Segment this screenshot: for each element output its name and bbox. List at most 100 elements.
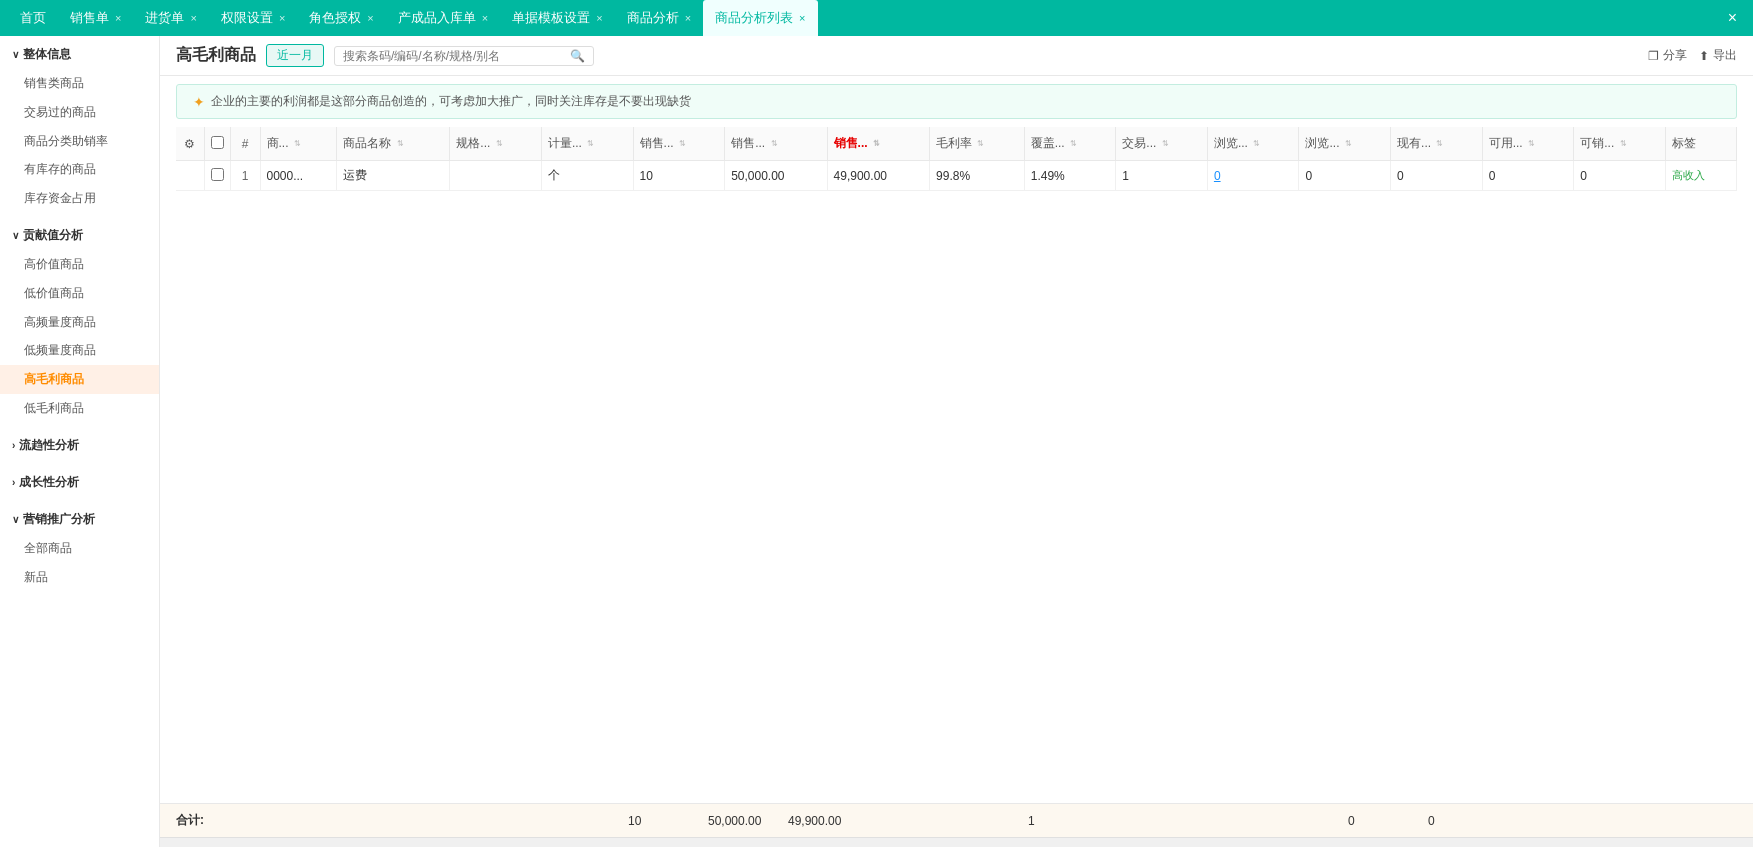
select-all-checkbox[interactable]: [211, 136, 224, 149]
row-name: 运费: [337, 161, 450, 191]
col-browse1[interactable]: 浏览... ⇅: [1207, 127, 1299, 161]
sidebar-item-in-stock[interactable]: 有库存的商品: [0, 155, 159, 184]
col-unit[interactable]: 计量... ⇅: [541, 127, 633, 161]
sort-icon[interactable]: ⇅: [294, 139, 301, 148]
col-sellable-stock[interactable]: 可销... ⇅: [1574, 127, 1666, 161]
col-available-stock[interactable]: 可用... ⇅: [1482, 127, 1574, 161]
table-wrapper[interactable]: ⚙ # 商... ⇅ 商品名称 ⇅: [160, 127, 1753, 803]
nav-tab-product-analysis-list[interactable]: 商品分析列表 ×: [703, 0, 817, 36]
sort-icon[interactable]: ⇅: [1528, 139, 1535, 148]
sidebar-item-traded-products[interactable]: 交易过的商品: [0, 98, 159, 127]
col-current-stock[interactable]: 现有... ⇅: [1391, 127, 1483, 161]
col-sales-cost[interactable]: 销售... ⇅: [827, 127, 929, 161]
top-navigation: 首页 销售单 × 进货单 × 权限设置 × 角色授权 × 产成品入库单 × 单据…: [0, 0, 1753, 36]
sidebar-item-low-margin[interactable]: 低毛利商品: [0, 394, 159, 423]
sidebar-item-sales-ranking[interactable]: 销售类商品: [0, 69, 159, 98]
sidebar-item-new-products[interactable]: 新品: [0, 563, 159, 592]
sort-icon[interactable]: ⇅: [873, 139, 880, 148]
sort-icon[interactable]: ⇅: [679, 139, 686, 148]
col-gross-margin[interactable]: 毛利率 ⇅: [930, 127, 1025, 161]
close-permission-tab[interactable]: ×: [279, 12, 285, 24]
close-product-analysis-tab[interactable]: ×: [685, 12, 691, 24]
close-product-entry-tab[interactable]: ×: [482, 12, 488, 24]
close-purchase-order-tab[interactable]: ×: [190, 12, 196, 24]
search-input[interactable]: [343, 49, 570, 63]
sidebar-item-high-margin[interactable]: 高毛利商品: [0, 365, 159, 394]
footer-transaction: 1: [1020, 814, 1100, 828]
sidebar-group-title-overall-info[interactable]: ∨ 整体信息: [0, 40, 159, 69]
row-sales-qty: 10: [633, 161, 725, 191]
search-icon[interactable]: 🔍: [570, 49, 585, 63]
sidebar-group-title-marketing[interactable]: ∨ 营销推广分析: [0, 505, 159, 534]
nav-tab-permission-settings[interactable]: 权限设置 ×: [209, 0, 297, 36]
sidebar-item-high-freq[interactable]: 高频量度商品: [0, 308, 159, 337]
row-available-stock: 0: [1482, 161, 1574, 191]
col-checkbox[interactable]: [204, 127, 230, 161]
close-sales-order-tab[interactable]: ×: [115, 12, 121, 24]
sidebar-item-low-value[interactable]: 低价值商品: [0, 279, 159, 308]
col-sales-amount[interactable]: 销售... ⇅: [725, 127, 827, 161]
sort-icon[interactable]: ⇅: [1620, 139, 1627, 148]
col-name[interactable]: 商品名称 ⇅: [337, 127, 450, 161]
nav-tab-role-permission[interactable]: 角色授权 ×: [297, 0, 385, 36]
sidebar-item-high-value[interactable]: 高价值商品: [0, 250, 159, 279]
sidebar-item-all-products[interactable]: 全部商品: [0, 534, 159, 563]
nav-tab-order-template[interactable]: 单据模板设置 ×: [500, 0, 614, 36]
page-title: 高毛利商品: [176, 45, 256, 66]
row-checkbox[interactable]: [204, 161, 230, 191]
sort-icon[interactable]: ⇅: [977, 139, 984, 148]
close-all-button[interactable]: ×: [1720, 5, 1745, 31]
sort-icon[interactable]: ⇅: [397, 139, 404, 148]
nav-tab-product-analysis[interactable]: 商品分析 ×: [615, 0, 703, 36]
nav-tab-home[interactable]: 首页: [8, 0, 58, 36]
row-spec: [450, 161, 542, 191]
sidebar-group-title-financial[interactable]: ∨ 贡献值分析: [0, 221, 159, 250]
col-browse2[interactable]: 浏览... ⇅: [1299, 127, 1391, 161]
col-spec[interactable]: 规格... ⇅: [450, 127, 542, 161]
sidebar-group-title-growth[interactable]: › 成长性分析: [0, 468, 159, 497]
sort-icon[interactable]: ⇅: [496, 139, 503, 148]
filter-date-button[interactable]: 近一月: [266, 44, 324, 67]
sidebar: << ∨ 整体信息 销售类商品 交易过的商品 商品分类助销率 有库存的商品 库存…: [0, 36, 160, 847]
col-settings[interactable]: ⚙: [176, 127, 204, 161]
footer-sellable-stock: 0: [1420, 814, 1500, 828]
share-button[interactable]: ❐ 分享: [1648, 47, 1687, 64]
sidebar-group-title-trend[interactable]: › 流趋性分析: [0, 431, 159, 460]
footer-label: 合计:: [176, 812, 220, 829]
horizontal-scrollbar[interactable]: [160, 837, 1753, 847]
export-button[interactable]: ⬆ 导出: [1699, 47, 1737, 64]
sidebar-item-low-freq[interactable]: 低频量度商品: [0, 336, 159, 365]
sort-icon[interactable]: ⇅: [1345, 139, 1352, 148]
close-role-tab[interactable]: ×: [367, 12, 373, 24]
nav-tab-product-entry[interactable]: 产成品入库单 ×: [386, 0, 500, 36]
col-sales-qty[interactable]: 销售... ⇅: [633, 127, 725, 161]
sort-icon[interactable]: ⇅: [1253, 139, 1260, 148]
sort-icon[interactable]: ⇅: [587, 139, 594, 148]
row-tag: 高收入: [1665, 161, 1736, 191]
row-select-checkbox[interactable]: [211, 168, 224, 181]
sidebar-item-inventory-capital[interactable]: 库存资金占用: [0, 184, 159, 213]
sidebar-item-product-classification[interactable]: 商品分类助销率: [0, 127, 159, 156]
sort-icon[interactable]: ⇅: [1070, 139, 1077, 148]
row-sales-cost: 49,900.00: [827, 161, 929, 191]
col-coverage[interactable]: 覆盖... ⇅: [1024, 127, 1116, 161]
col-transaction[interactable]: 交易... ⇅: [1116, 127, 1208, 161]
nav-tab-sales-order[interactable]: 销售单 ×: [58, 0, 133, 36]
share-icon: ❐: [1648, 49, 1659, 63]
sidebar-collapse-button[interactable]: <<: [159, 422, 160, 462]
col-tag: 标签: [1665, 127, 1736, 161]
row-coverage: 1.49%: [1024, 161, 1116, 191]
close-order-template-tab[interactable]: ×: [596, 12, 602, 24]
nav-tab-purchase-order[interactable]: 进货单 ×: [133, 0, 208, 36]
sort-icon[interactable]: ⇅: [1436, 139, 1443, 148]
row-current-stock: 0: [1391, 161, 1483, 191]
arrow-icon: ∨: [12, 49, 19, 60]
main-layout: << ∨ 整体信息 销售类商品 交易过的商品 商品分类助销率 有库存的商品 库存…: [0, 36, 1753, 847]
sort-icon[interactable]: ⇅: [1162, 139, 1169, 148]
row-browse1[interactable]: 0: [1207, 161, 1299, 191]
close-product-analysis-list-tab[interactable]: ×: [799, 12, 805, 24]
arrow-icon: ›: [12, 477, 15, 488]
col-code[interactable]: 商... ⇅: [260, 127, 337, 161]
arrow-icon: ›: [12, 440, 15, 451]
sort-icon[interactable]: ⇅: [771, 139, 778, 148]
